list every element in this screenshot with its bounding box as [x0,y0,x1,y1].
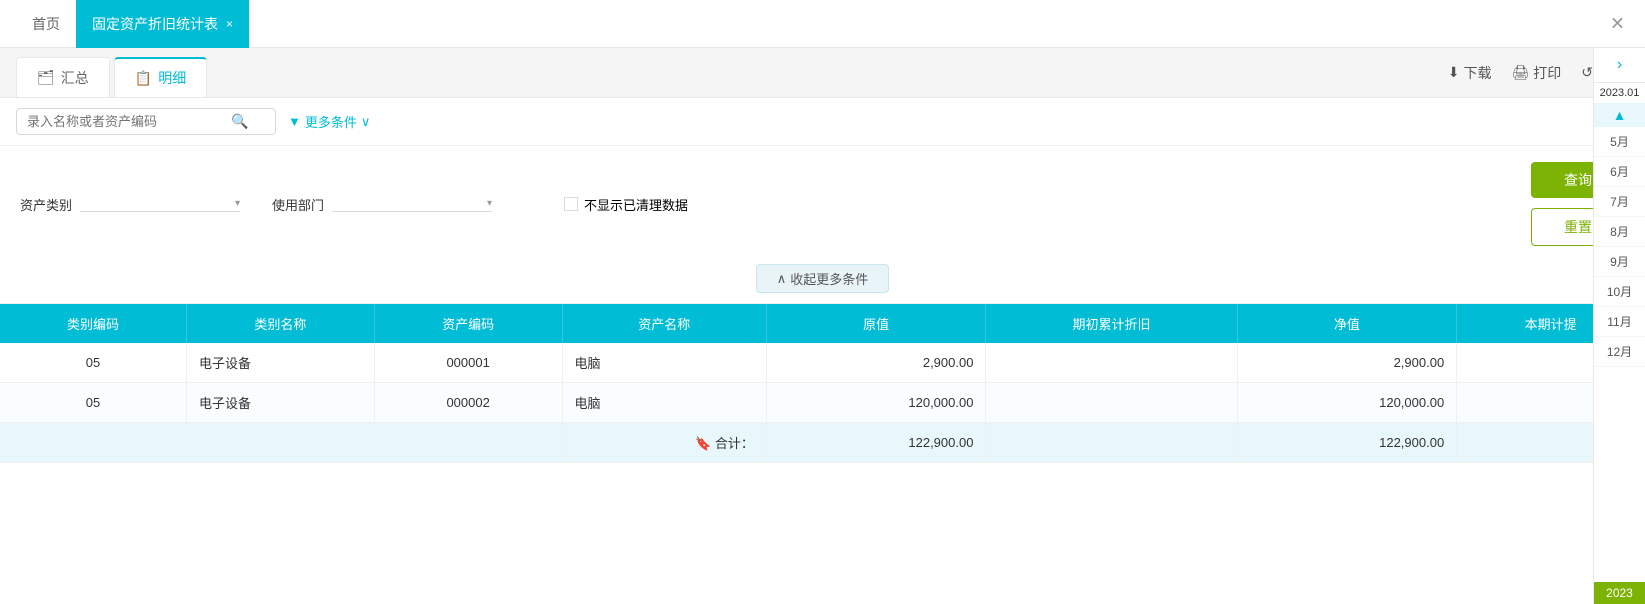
right-panel: › 2023.01 ▲ 5月 6月 7月 8月 9月 10月 11月 12月 2… [1593,48,1645,604]
download-label: 下载 [1463,63,1491,83]
month-item-8[interactable]: 8月 [1594,217,1645,247]
cell-accumulated-depreciation [986,383,1237,423]
month-item-10[interactable]: 10月 [1594,277,1645,307]
month-item-7[interactable]: 7月 [1594,187,1645,217]
th-accumulated-depreciation: 期初累计折旧 [986,304,1237,343]
department-arrow: ▾ [487,198,492,209]
right-panel-expand[interactable]: › [1594,48,1645,83]
tab-detail[interactable]: 📋 明细 [114,57,207,97]
month-scroll-up[interactable]: ▲ [1594,103,1645,127]
cell-net-value: 120,000.00 [1237,383,1457,423]
collapse-button[interactable]: ∧ 收起更多条件 [756,264,890,293]
nav-tab-label: 固定资产折旧统计表 [92,14,218,34]
print-icon: 🖨 [1511,64,1529,81]
top-nav: 首页 固定资产折旧统计表 × ✕ [0,0,1645,48]
download-button[interactable]: ⬇ 下载 [1448,63,1492,83]
date-label[interactable]: 2023.01 [1594,83,1645,103]
filter-asset-category: 资产类别 ▾ [20,195,240,214]
month-item-9[interactable]: 9月 [1594,247,1645,277]
collapse-bar: ∧ 收起更多条件 [20,258,1625,295]
search-icon: 🔍 [231,113,248,130]
th-original-value: 原值 [766,304,986,343]
detail-icon: 📋 [135,70,152,87]
window-close-button[interactable]: ✕ [1610,13,1625,34]
total-icon-cell [0,423,562,463]
cell-asset-name: 电脑 [562,343,766,383]
filter-panel: 资产类别 ▾ 使用部门 ▾ 不显示已清理数据 查询 重置 [0,146,1645,304]
asset-category-label: 资产类别 [20,195,72,214]
refresh-icon: ↺ [1581,64,1593,81]
table-row: 05 电子设备 000002 电脑 120,000.00 120,000.00 [0,383,1645,423]
total-accumulated-depreciation [986,423,1237,463]
cell-asset-code: 000002 [374,383,562,423]
print-label: 打印 [1533,63,1561,83]
print-button[interactable]: 🖨 打印 [1511,63,1561,83]
filter-label: 更多条件 [305,112,357,131]
cell-net-value: 2,900.00 [1237,343,1457,383]
table-header-row: 类别编码 类别名称 资产编码 资产名称 原值 期初累计折旧 净值 本期计提 [0,304,1645,343]
tab-summary[interactable]: 🗂 汇总 [16,57,110,97]
cell-original-value: 2,900.00 [766,343,986,383]
depreciation-table: 类别编码 类别名称 资产编码 资产名称 原值 期初累计折旧 净值 本期计提 05… [0,304,1645,463]
search-input[interactable] [27,114,227,129]
filter-chevron: ∨ [361,114,371,130]
cell-asset-name: 电脑 [562,383,766,423]
total-label: 🔖 合计： [562,423,766,463]
month-item-5[interactable]: 5月 [1594,127,1645,157]
cell-category-name: 电子设备 [187,383,375,423]
total-original-value: 122,900.00 [766,423,986,463]
table-row: 05 电子设备 000001 电脑 2,900.00 2,900.00 [0,343,1645,383]
month-item-12[interactable]: 12月 [1594,337,1645,367]
nav-home[interactable]: 首页 [16,14,76,34]
hide-cleared-checkbox[interactable] [564,197,578,211]
cell-asset-code: 000001 [374,343,562,383]
asset-category-arrow: ▾ [235,198,240,209]
table-wrap: 类别编码 类别名称 资产编码 资产名称 原值 期初累计折旧 净值 本期计提 05… [0,304,1645,604]
th-asset-name: 资产名称 [562,304,766,343]
main-content: 🗂 汇总 📋 明细 ⬇ 下载 🖨 打印 ↺ 刷新 🔍 [0,48,1645,604]
collapse-label: 收起更多条件 [790,269,868,288]
th-category-name: 类别名称 [187,304,375,343]
cell-accumulated-depreciation [986,343,1237,383]
department-select[interactable]: ▾ [332,196,492,212]
search-input-wrap[interactable]: 🔍 [16,108,276,135]
tab-detail-label: 明细 [158,68,186,88]
cell-category-code: 05 [0,343,187,383]
nav-tab-depreciation[interactable]: 固定资产折旧统计表 × [76,0,249,48]
filter-more-button[interactable]: ▼ 更多条件 ∨ [288,112,370,131]
month-item-11[interactable]: 11月 [1594,307,1645,337]
asset-category-select[interactable]: ▾ [80,196,240,212]
total-net-value: 122,900.00 [1237,423,1457,463]
filter-icon: ▼ [288,114,301,129]
month-item-6[interactable]: 6月 [1594,157,1645,187]
filter-row-1: 资产类别 ▾ 使用部门 ▾ 不显示已清理数据 查询 重置 [20,162,1625,246]
year-badge[interactable]: 2023 [1594,582,1645,604]
download-icon: ⬇ [1448,64,1460,81]
nav-tab-close[interactable]: × [226,17,233,31]
search-bar: 🔍 ▼ 更多条件 ∨ [0,98,1645,146]
cell-original-value: 120,000.00 [766,383,986,423]
hide-cleared-label: 不显示已清理数据 [584,195,688,214]
department-label: 使用部门 [272,195,324,214]
th-net-value: 净值 [1237,304,1457,343]
hide-cleared-wrap: 不显示已清理数据 [564,195,688,214]
cell-category-name: 电子设备 [187,343,375,383]
summary-icon: 🗂 [37,69,55,86]
table-total-row: 🔖 合计： 122,900.00 122,900.00 [0,423,1645,463]
th-category-code: 类别编码 [0,304,187,343]
sub-tabs: 🗂 汇总 📋 明细 ⬇ 下载 🖨 打印 ↺ 刷新 [0,48,1645,98]
filter-department: 使用部门 ▾ [272,195,492,214]
cell-category-code: 05 [0,383,187,423]
collapse-icon: ∧ [777,271,787,287]
th-asset-code: 资产编码 [374,304,562,343]
tab-summary-label: 汇总 [61,68,89,88]
